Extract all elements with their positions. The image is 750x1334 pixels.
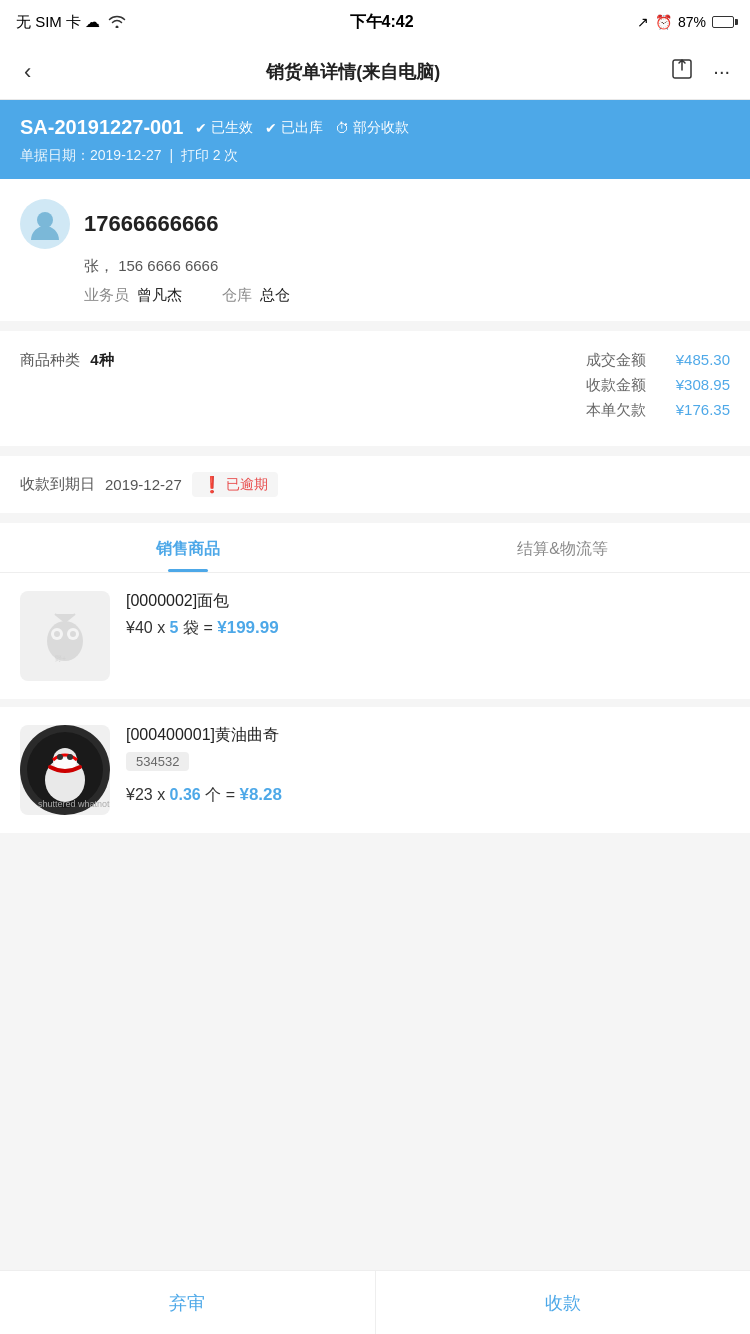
product-qty-2: 0.36 [170,786,201,803]
nav-bar: ‹ 销货单详情(来自电脑) ··· [0,44,750,100]
list-item: shuttered whatnot [000400001]黄油曲奇 534532… [0,707,750,833]
bottom-bar: 弃审 收款 [0,1270,750,1334]
tab-products[interactable]: 销售商品 [0,523,375,572]
no-sim-label: 无 SIM 卡 ☁ [16,13,100,32]
check-icon-2: ✔ [265,120,277,136]
due-date-card: 收款到期日 2019-12-27 ❗ 已逾期 [0,456,750,513]
customer-top: 17666666666 [20,199,730,249]
svg-point-1 [37,212,53,228]
status-left: 无 SIM 卡 ☁ [16,13,126,32]
product-name-2: [000400001]黄油曲奇 [126,725,730,746]
list-item: 野+ [0000002]面包 ¥40 x 5 袋 = ¥199.99 [0,573,750,699]
product-sku-2: 534532 [126,752,730,779]
order-id: SA-20191227-001 [20,116,183,139]
product-thumbnail-2: shuttered whatnot [20,725,110,815]
alarm-icon: ⏰ [655,14,672,30]
customer-phone: 17666666666 [84,211,219,237]
confirm-button[interactable]: 收款 [376,1271,751,1334]
overdue-icon: ❗ [202,475,222,494]
stats-left: 商品种类 4种 [20,351,114,426]
status-bar: 无 SIM 卡 ☁ 下午4:42 ↗ ⏰ 87% [0,0,750,44]
svg-point-6 [70,631,76,637]
received-row: 收款金额 ¥308.95 [586,376,730,395]
battery-icon [712,16,734,28]
deal-amount-row: 成交金额 ¥485.30 [586,351,730,370]
svg-point-12 [57,754,63,760]
product-type-count: 4种 [90,351,113,368]
svg-text:shuttered whatnot: shuttered whatnot [38,799,110,809]
status-badge-effective: ✔ 已生效 [195,119,253,137]
battery-label: 87% [678,14,706,30]
check-icon-1: ✔ [195,120,207,136]
stats-right: 成交金额 ¥485.30 收款金额 ¥308.95 本单欠款 ¥176.35 [586,351,730,426]
status-badge-partial: ⏱ 部分收款 [335,119,409,137]
received-value: ¥308.95 [676,376,730,395]
status-time: 下午4:42 [350,12,414,33]
header-banner: SA-20191227-001 ✔ 已生效 ✔ 已出库 ⏱ 部分收款 单据日期：… [0,100,750,179]
location-icon: ↗ [637,14,649,30]
content-area: SA-20191227-001 ✔ 已生效 ✔ 已出库 ⏱ 部分收款 单据日期：… [0,100,750,905]
svg-point-13 [67,754,73,760]
product-thumbnail-1: 野+ [20,591,110,681]
deal-amount-value: ¥485.30 [676,351,730,370]
product-list: 野+ [0000002]面包 ¥40 x 5 袋 = ¥199.99 [0,573,750,833]
back-button[interactable]: ‹ [16,51,39,93]
debt-row: 本单欠款 ¥176.35 [586,401,730,420]
customer-meta: 业务员 曾凡杰 仓库 总仓 [20,286,730,305]
cancel-button[interactable]: 弃审 [0,1271,376,1334]
product-info-2: [000400001]黄油曲奇 534532 ¥23 x 0.36 个 = ¥8… [126,725,730,806]
wifi-icon [108,14,126,31]
product-qty-1: 5 [170,619,179,636]
product-total-2: ¥8.28 [239,785,282,804]
warehouse-field: 仓库 总仓 [222,286,290,305]
status-right: ↗ ⏰ 87% [637,14,734,30]
product-total-1: ¥199.99 [217,618,278,637]
stats-card: 商品种类 4种 成交金额 ¥485.30 收款金额 ¥308.95 本单欠款 ¥… [0,331,750,446]
customer-card: 17666666666 张， 156 6666 6666 业务员 曾凡杰 仓库 … [0,179,750,321]
tabs: 销售商品 结算&物流等 [0,523,750,573]
debt-value: ¥176.35 [676,401,730,420]
product-price-row-2: ¥23 x 0.36 个 = ¥8.28 [126,785,730,806]
overdue-badge: ❗ 已逾期 [192,472,278,497]
tab-settlement[interactable]: 结算&物流等 [375,523,750,572]
customer-detail: 张， 156 6666 6666 [20,257,730,276]
product-name-1: [0000002]面包 [126,591,730,612]
header-date: 单据日期：2019-12-27 | 打印 2 次 [20,147,730,165]
svg-point-5 [54,631,60,637]
nav-actions: ··· [667,54,734,89]
avatar [20,199,70,249]
more-button[interactable]: ··· [709,56,734,87]
svg-text:野+: 野+ [55,655,66,662]
order-id-row: SA-20191227-001 ✔ 已生效 ✔ 已出库 ⏱ 部分收款 [20,116,730,139]
share-button[interactable] [667,54,697,89]
sales-person-field: 业务员 曾凡杰 [84,286,182,305]
page-title: 销货单详情(来自电脑) [266,60,440,84]
status-badge-delivered: ✔ 已出库 [265,119,323,137]
clock-icon: ⏱ [335,120,349,136]
product-price-row-1: ¥40 x 5 袋 = ¥199.99 [126,618,730,639]
product-info-1: [0000002]面包 ¥40 x 5 袋 = ¥199.99 [126,591,730,639]
